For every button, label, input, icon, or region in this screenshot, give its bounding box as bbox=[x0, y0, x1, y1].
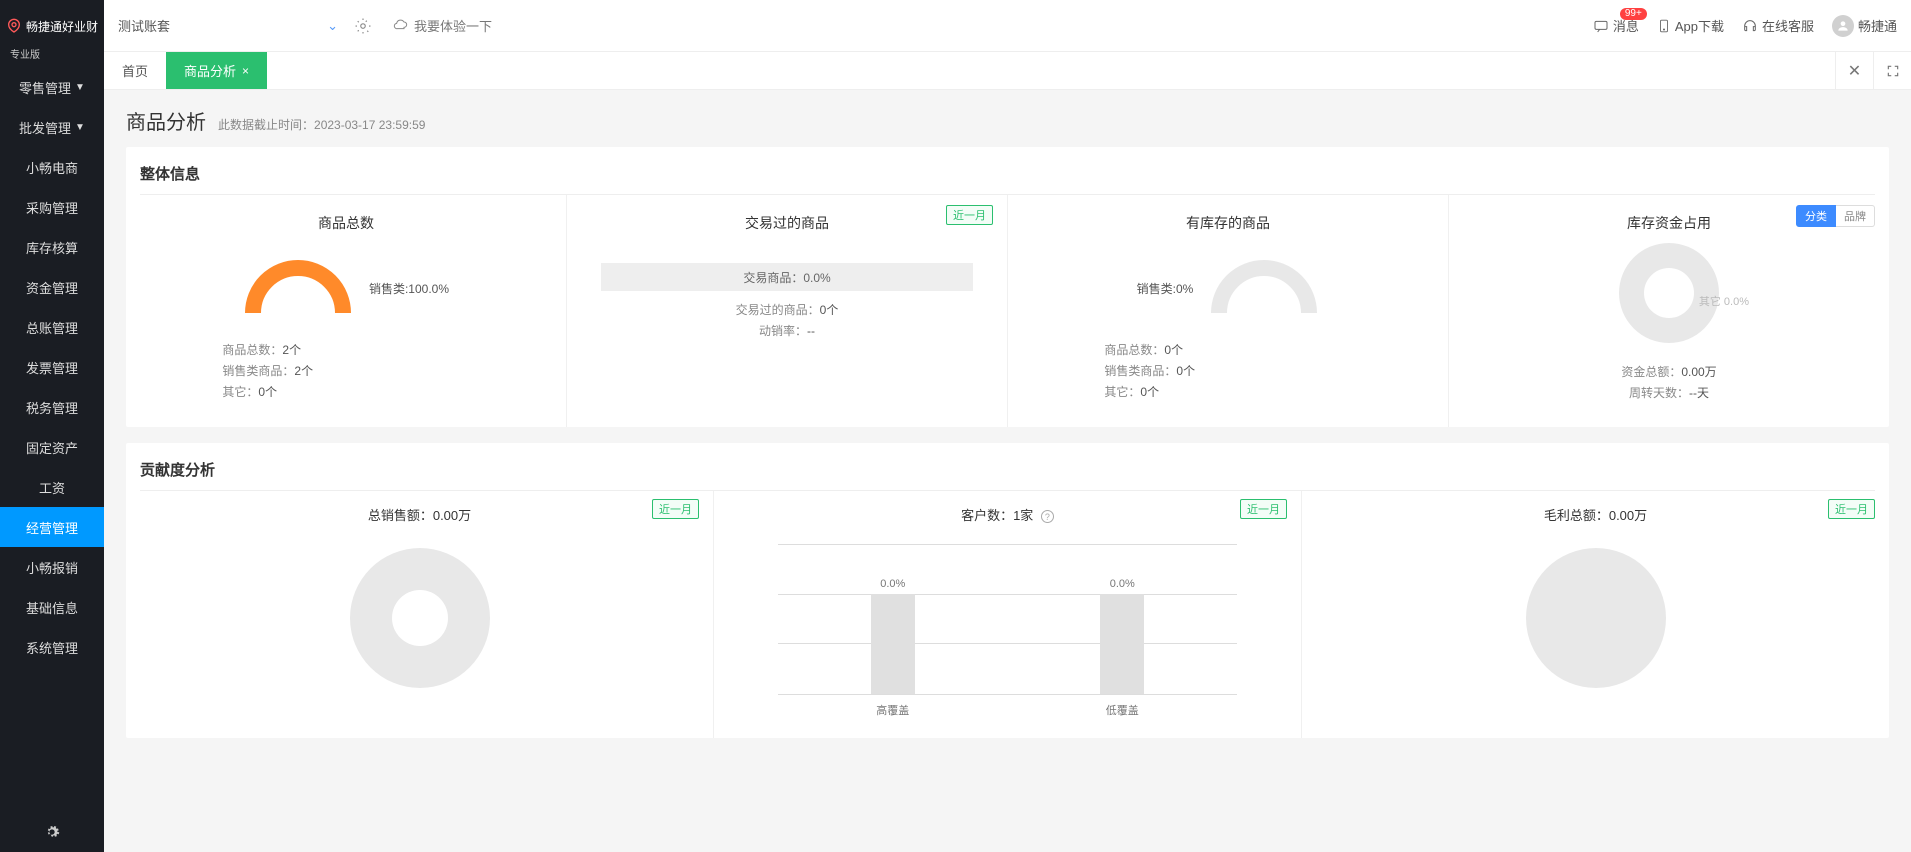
sidebar-item-operation[interactable]: 经营管理 bbox=[0, 507, 104, 547]
trade-percent-box: 交易商品：0.0% bbox=[601, 263, 973, 291]
topbar: 测试账套 ⌄ 我要体验一下 消息 99+ App下载 bbox=[104, 0, 1911, 52]
user-menu[interactable]: 畅捷通 bbox=[1832, 15, 1897, 37]
toggle-category[interactable]: 分类 bbox=[1796, 205, 1836, 227]
tabs-row: 首页 商品分析 × ✕ bbox=[104, 52, 1911, 90]
brand-logo: 畅捷通好业财 bbox=[0, 0, 104, 52]
period-badge[interactable]: 近一月 bbox=[652, 499, 699, 519]
brand-edition: 专业版 bbox=[0, 46, 104, 61]
sidebar-item-ecommerce[interactable]: 小畅电商 bbox=[0, 147, 104, 187]
sidebar: 畅捷通好业财 专业版 零售管理▼ 批发管理▼ 小畅电商 采购管理 库存核算 资金… bbox=[0, 0, 104, 852]
bar-chart: 0.0% 0.0% bbox=[778, 544, 1237, 694]
caret-icon: ▼ bbox=[75, 82, 85, 93]
sidebar-item-assets[interactable]: 固定资产 bbox=[0, 427, 104, 467]
sidebar-item-wholesale[interactable]: 批发管理▼ bbox=[0, 107, 104, 147]
sidebar-item-tax[interactable]: 税务管理 bbox=[0, 387, 104, 427]
card-customer-count: 近一月 客户数：1家 ? 0.0% 0.0% bbox=[714, 491, 1302, 738]
caret-icon: ▼ bbox=[75, 122, 85, 133]
cloud-icon bbox=[392, 18, 408, 34]
card-stock-capital: 库存资金占用 分类 品牌 其它 0.0% 资金总额：0.00万 周 bbox=[1449, 195, 1889, 427]
brand-icon bbox=[6, 17, 22, 35]
overview-panel: 整体信息 商品总数 销售类:100.0% 商品总数：2个 bbox=[126, 147, 1889, 427]
sidebar-item-reimburse[interactable]: 小畅报销 bbox=[0, 547, 104, 587]
contribution-panel: 贡献度分析 近一月 总销售额：0.00万 近一月 客户数：1家 ? bbox=[126, 443, 1889, 738]
page-title: 商品分析 bbox=[126, 106, 206, 135]
gauge-chart bbox=[1209, 258, 1319, 318]
card-traded-products: 交易过的商品 近一月 交易商品：0.0% 交易过的商品：0个 动销率：-- bbox=[567, 195, 1008, 427]
account-selector[interactable]: 测试账套 ⌄ bbox=[118, 11, 338, 41]
account-name: 测试账套 bbox=[118, 16, 170, 35]
sidebar-item-finance[interactable]: 资金管理 bbox=[0, 267, 104, 307]
sidebar-item-ledger[interactable]: 总账管理 bbox=[0, 307, 104, 347]
sidebar-item-inventory[interactable]: 库存核算 bbox=[0, 227, 104, 267]
message-badge: 99+ bbox=[1620, 8, 1647, 20]
message-icon bbox=[1593, 18, 1609, 34]
main: 测试账套 ⌄ 我要体验一下 消息 99+ App下载 bbox=[104, 0, 1911, 852]
card-instock-products: 有库存的商品 销售类:0% 商品总数：0个 销售类商品：0个 其它：0个 bbox=[1008, 195, 1449, 427]
donut-chart: 其它 0.0% bbox=[1619, 243, 1719, 343]
avatar-icon bbox=[1832, 15, 1854, 37]
tab-product-analysis[interactable]: 商品分析 × bbox=[166, 52, 267, 89]
toggle-group: 分类 品牌 bbox=[1796, 205, 1875, 227]
gauge-chart bbox=[243, 258, 353, 318]
page-subtitle: 此数据截止时间：2023-03-17 23:59:59 bbox=[218, 116, 425, 133]
period-badge[interactable]: 近一月 bbox=[1240, 499, 1287, 519]
settings-icon[interactable] bbox=[354, 17, 372, 35]
pie-chart bbox=[1526, 548, 1666, 688]
sidebar-item-system[interactable]: 系统管理 bbox=[0, 627, 104, 667]
phone-icon bbox=[1657, 18, 1671, 34]
gear-icon bbox=[44, 824, 60, 840]
period-badge[interactable]: 近一月 bbox=[1828, 499, 1875, 519]
toggle-brand[interactable]: 品牌 bbox=[1836, 205, 1875, 227]
content: 商品分析 此数据截止时间：2023-03-17 23:59:59 整体信息 商品… bbox=[104, 90, 1911, 852]
sidebar-item-salary[interactable]: 工资 bbox=[0, 467, 104, 507]
try-button[interactable]: 我要体验一下 bbox=[392, 16, 492, 35]
page-header: 商品分析 此数据截止时间：2023-03-17 23:59:59 bbox=[104, 90, 1911, 147]
sidebar-item-purchase[interactable]: 采购管理 bbox=[0, 187, 104, 227]
fullscreen-button[interactable] bbox=[1873, 52, 1911, 90]
sidebar-item-retail[interactable]: 零售管理▼ bbox=[0, 67, 104, 107]
side-menu: 零售管理▼ 批发管理▼ 小畅电商 采购管理 库存核算 资金管理 总账管理 发票管… bbox=[0, 67, 104, 812]
contribution-title: 贡献度分析 bbox=[140, 443, 1875, 491]
close-icon[interactable]: × bbox=[242, 64, 249, 78]
brand-name: 畅捷通好业财 bbox=[26, 18, 98, 35]
card-total-products: 商品总数 销售类:100.0% 商品总数：2个 销售类商品：2个 其它：0个 bbox=[126, 195, 567, 427]
chevron-down-icon: ⌄ bbox=[327, 18, 338, 34]
overview-title: 整体信息 bbox=[140, 147, 1875, 195]
tab-home[interactable]: 首页 bbox=[104, 52, 166, 89]
sidebar-item-basic[interactable]: 基础信息 bbox=[0, 587, 104, 627]
info-icon[interactable]: ? bbox=[1041, 510, 1054, 523]
app-download-button[interactable]: App下载 bbox=[1657, 16, 1724, 35]
messages-button[interactable]: 消息 99+ bbox=[1593, 16, 1639, 35]
period-badge[interactable]: 近一月 bbox=[946, 205, 993, 225]
close-all-tabs-button[interactable]: ✕ bbox=[1835, 52, 1873, 90]
expand-icon bbox=[1886, 64, 1900, 78]
card-total-sales: 近一月 总销售额：0.00万 bbox=[126, 491, 714, 738]
card-gross-profit: 近一月 毛利总额：0.00万 bbox=[1302, 491, 1889, 738]
donut-chart bbox=[350, 548, 490, 688]
support-button[interactable]: 在线客服 bbox=[1742, 16, 1814, 35]
sidebar-settings[interactable] bbox=[0, 812, 104, 852]
sidebar-item-invoice[interactable]: 发票管理 bbox=[0, 347, 104, 387]
headset-icon bbox=[1742, 18, 1758, 34]
